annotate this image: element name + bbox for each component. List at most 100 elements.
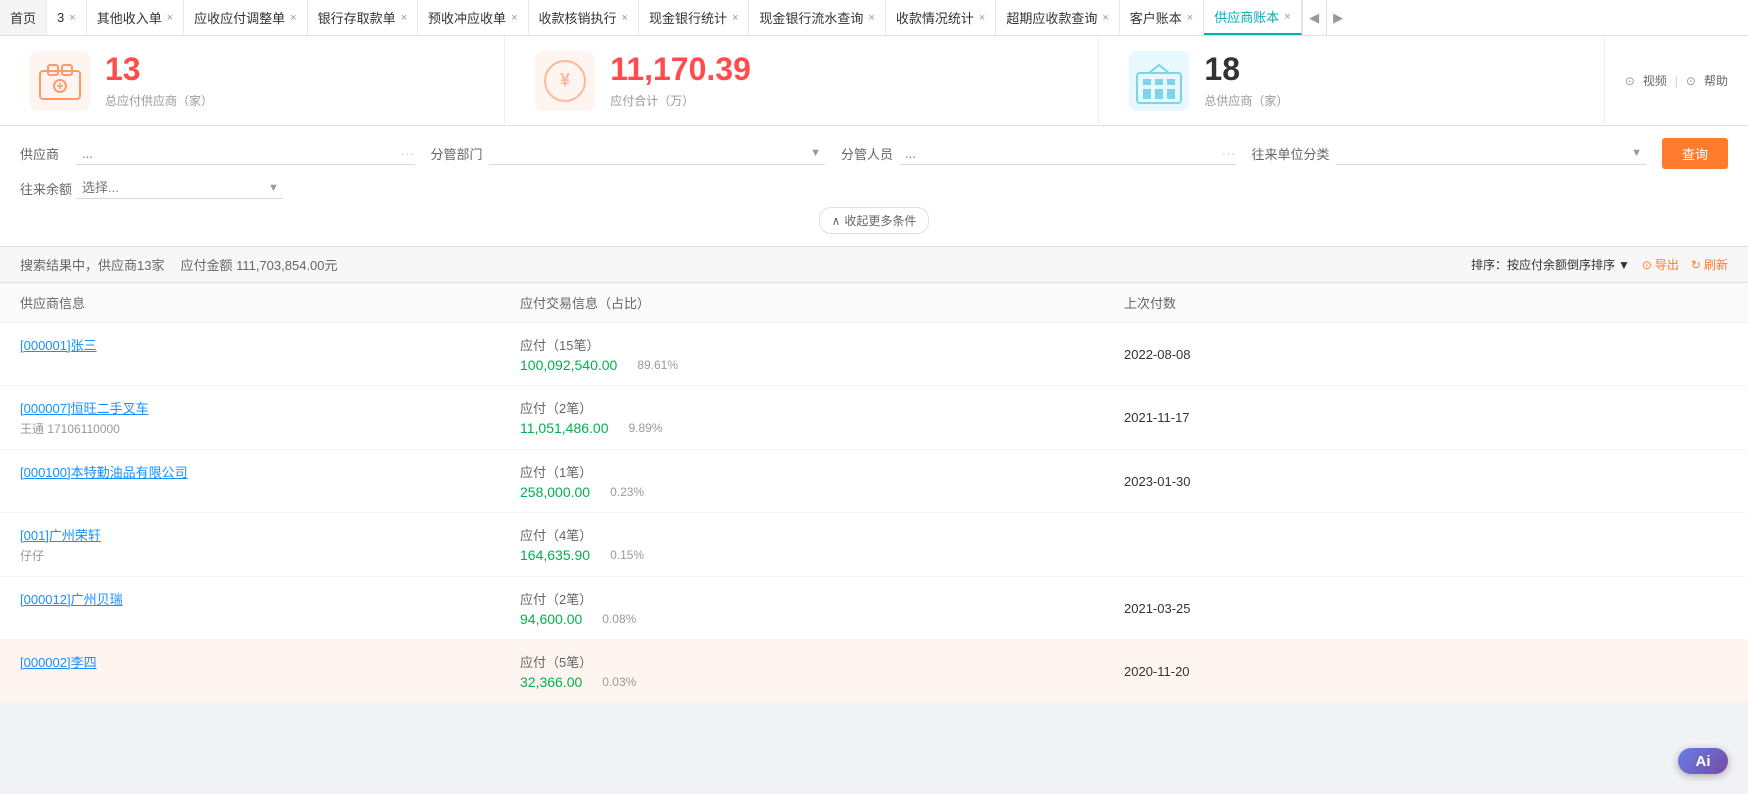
table-row: [000007]恒旺二手叉车 王通 17106110000 应付（2笔） 11,… (0, 386, 1748, 450)
stat-total-suppliers: 18 总供应商（家） (1099, 36, 1604, 125)
table-body: [000001]张三 应付（15笔） 100,092,540.00 89.61%… (0, 323, 1748, 703)
close-cash-flow-icon[interactable]: × (868, 12, 874, 24)
collapse-chevron-icon: ∧ (832, 214, 841, 228)
close-adjust-icon[interactable]: × (290, 12, 296, 24)
ai-badge[interactable]: Ai (1678, 748, 1728, 774)
category-dropdown-icon[interactable]: ▼ (1627, 147, 1646, 159)
supplier-input[interactable] (76, 143, 401, 164)
payable-amount-3[interactable]: 164,635.90 (520, 547, 590, 563)
nav-overdue[interactable]: 超期应收款查询 × (996, 0, 1119, 35)
payable-percent-4: 0.08% (602, 612, 636, 626)
last-payment-0: 2022-08-08 (1124, 335, 1728, 373)
person-input[interactable] (899, 143, 1221, 164)
payable-amount-4[interactable]: 94,600.00 (520, 611, 582, 627)
dept-dropdown-icon[interactable]: ▼ (806, 147, 825, 159)
refresh-icon: ↻ (1691, 258, 1701, 272)
circle-icon: ⊙ (1625, 74, 1635, 88)
payable-row-0: 100,092,540.00 89.61% (520, 357, 1124, 373)
nav-bank[interactable]: 银行存取款单 × (308, 0, 418, 35)
filter-balance: 往来余额 ▼ (20, 177, 240, 199)
stat-content-payable-amount: 11,170.39 应付合计（万） (610, 52, 751, 108)
dept-input[interactable] (489, 143, 807, 164)
payable-info-1: 应付（2笔） 11,051,486.00 9.89% (520, 398, 1124, 437)
nav-cash-flow[interactable]: 现金银行流水查询 × (749, 0, 885, 35)
sort-button[interactable]: 排序：按应付余额倒序排序 ▼ (1471, 256, 1630, 273)
stat-number-total-suppliers: 18 (1204, 52, 1288, 87)
payable-amount-1[interactable]: 11,051,486.00 (520, 420, 609, 436)
close-collection-icon[interactable]: × (622, 12, 628, 24)
nav-receipt-stat[interactable]: 收款情况统计 × (886, 0, 996, 35)
table-row: [000001]张三 应付（15笔） 100,092,540.00 89.61%… (0, 323, 1748, 386)
close-other-income-icon[interactable]: × (167, 12, 173, 24)
nav-cash-stat[interactable]: 现金银行统计 × (639, 0, 749, 35)
category-input-wrapper: ▼ (1336, 143, 1646, 165)
stat-total-payable-amount: ¥ 11,170.39 应付合计（万） (505, 36, 1099, 125)
filter-row-2: 往来余额 ▼ (20, 177, 1728, 199)
nav-adjust[interactable]: 应收应付调整单 × (184, 0, 307, 35)
refresh-button[interactable]: ↻ 刷新 (1691, 256, 1728, 273)
balance-label: 往来余额 (20, 179, 70, 198)
nav-other-income[interactable]: 其他收入单 × (87, 0, 184, 35)
search-button[interactable]: 查询 (1662, 138, 1728, 169)
close-bank-icon[interactable]: × (401, 12, 407, 24)
close-supplier-ledger-icon[interactable]: × (1284, 11, 1290, 23)
payable-label-5: 应付（5笔） (520, 652, 1124, 671)
collapse-button[interactable]: ∧ 收起更多条件 (819, 207, 930, 234)
payable-row-3: 164,635.90 0.15% (520, 547, 1124, 563)
total-suppliers-icon (1129, 51, 1189, 111)
nav-left-arrow[interactable]: ◀ (1302, 0, 1326, 35)
payable-row-1: 11,051,486.00 9.89% (520, 420, 1124, 436)
payable-percent-5: 0.03% (602, 675, 636, 689)
nav-tab-3[interactable]: 3 × (47, 0, 87, 35)
payable-amount-0[interactable]: 100,092,540.00 (520, 357, 617, 373)
nav-right-arrow[interactable]: ▶ (1326, 0, 1350, 35)
dept-label: 分管部门 (431, 144, 483, 163)
close-receipt-stat-icon[interactable]: × (979, 12, 985, 24)
top-right-links: ⊙ 视频 | ⊙ 帮助 (1605, 36, 1748, 125)
filter-category: 往来单位分类 ▼ (1252, 143, 1647, 165)
stat-number-payable-suppliers: 13 (105, 52, 213, 87)
close-cash-stat-icon[interactable]: × (732, 12, 738, 24)
nav-home[interactable]: 首页 (0, 0, 47, 35)
payable-amount-5[interactable]: 32,366.00 (520, 674, 582, 690)
supplier-link-0[interactable]: [000001]张三 (20, 335, 520, 354)
close-overdue-icon[interactable]: × (1102, 12, 1108, 24)
table-row: [000100]本特勤油品有限公司 应付（1笔） 258,000.00 0.23… (0, 450, 1748, 513)
balance-input[interactable] (76, 177, 264, 198)
supplier-sub-3: 仔仔 (20, 547, 520, 564)
table-row: [000002]李四 应付（5笔） 32,366.00 0.03% 2020-1… (0, 640, 1748, 703)
last-payment-3 (1124, 525, 1728, 564)
supplier-link-5[interactable]: [000002]李四 (20, 652, 520, 671)
stat-number-payable-amount: 11,170.39 (610, 52, 751, 87)
supplier-link-4[interactable]: [000012]广州贝瑞 (20, 589, 520, 608)
supplier-dots-icon[interactable]: ··· (401, 145, 415, 161)
table-header: 供应商信息 应付交易信息（占比） 上次付数 (0, 283, 1748, 323)
video-link[interactable]: 视频 (1643, 72, 1667, 89)
category-input[interactable] (1336, 143, 1628, 164)
payable-suppliers-icon (30, 51, 90, 111)
nav-supplier-ledger[interactable]: 供应商账本 × (1204, 0, 1301, 35)
payable-info-2: 应付（1笔） 258,000.00 0.23% (520, 462, 1124, 500)
nav-collection[interactable]: 收款核销执行 × (529, 0, 639, 35)
supplier-link-1[interactable]: [000007]恒旺二手叉车 (20, 398, 520, 417)
close-customer-ledger-icon[interactable]: × (1187, 12, 1193, 24)
nav-customer-ledger[interactable]: 客户账本 × (1120, 0, 1204, 35)
supplier-link-3[interactable]: [001]广州荣轩 (20, 525, 520, 544)
payable-label-4: 应付（2笔） (520, 589, 1124, 608)
supplier-info-2: [000100]本特勤油品有限公司 (20, 462, 520, 500)
payable-info-3: 应付（4笔） 164,635.90 0.15% (520, 525, 1124, 564)
close-prepay-icon[interactable]: × (511, 12, 517, 24)
close-tab-3-icon[interactable]: × (69, 12, 75, 24)
export-icon: ⊙ (1642, 258, 1652, 272)
col-header-last-payment: 上次付数 (1124, 293, 1728, 312)
help-link[interactable]: 帮助 (1704, 72, 1728, 89)
payable-label-2: 应付（1笔） (520, 462, 1124, 481)
person-dots-icon[interactable]: ··· (1222, 145, 1236, 161)
balance-dropdown-icon[interactable]: ▼ (264, 182, 283, 194)
payable-info-4: 应付（2笔） 94,600.00 0.08% (520, 589, 1124, 627)
payable-amount-2[interactable]: 258,000.00 (520, 484, 590, 500)
supplier-info-5: [000002]李四 (20, 652, 520, 690)
export-button[interactable]: ⊙ 导出 (1642, 256, 1679, 273)
supplier-link-2[interactable]: [000100]本特勤油品有限公司 (20, 462, 520, 481)
nav-prepay[interactable]: 预收冲应收单 × (418, 0, 528, 35)
